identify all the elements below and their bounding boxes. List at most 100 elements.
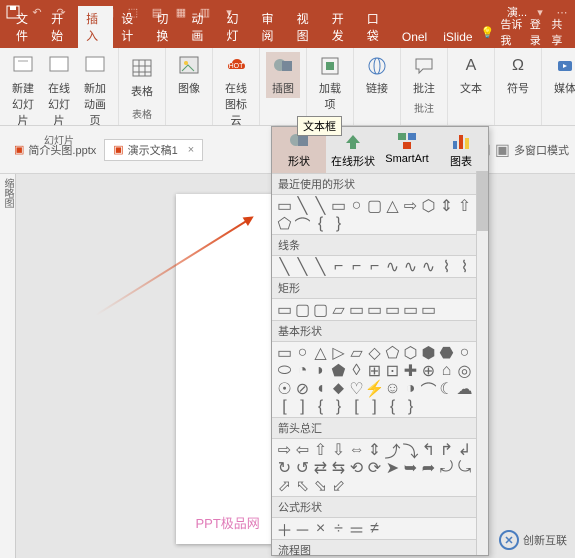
a-5[interactable]: ⇔ — [348, 441, 365, 458]
rect-6[interactable]: ▭ — [366, 301, 383, 318]
new-slide-button[interactable]: 新建 幻灯片 — [6, 52, 40, 130]
tab-pocket[interactable]: 口袋 — [359, 6, 394, 48]
shape-arc[interactable]: ⌒ — [294, 215, 311, 232]
rect-4[interactable]: ▱ — [330, 301, 347, 318]
b-21[interactable]: ⌂ — [438, 362, 455, 379]
b-31[interactable]: ⌒ — [420, 380, 437, 397]
b-28[interactable]: ⚡ — [366, 380, 383, 397]
tab-onel[interactable]: Onel — [394, 26, 435, 48]
b-4[interactable]: ▷ — [330, 344, 347, 361]
b-8[interactable]: ⬡ — [402, 344, 419, 361]
a-26[interactable]: ⬃ — [330, 477, 347, 494]
a-11[interactable]: ↲ — [456, 441, 473, 458]
line-1[interactable]: ╲ — [276, 258, 293, 275]
a-1[interactable]: ⇨ — [276, 441, 293, 458]
b-9[interactable]: ⬢ — [420, 344, 437, 361]
doc-tab-1[interactable]: ▣ 简介头图.pptx — [6, 140, 104, 160]
line-3[interactable]: ╲ — [312, 258, 329, 275]
a-15[interactable]: ⇆ — [330, 459, 347, 476]
iconcloud-button[interactable]: HOT 在线 图标云 — [219, 52, 253, 130]
tab-animation[interactable]: 动画 — [183, 6, 218, 48]
a-19[interactable]: ➥ — [402, 459, 419, 476]
f-1[interactable]: ＋ — [276, 520, 293, 537]
b-36[interactable]: { — [312, 398, 329, 415]
a-12[interactable]: ↻ — [276, 459, 293, 476]
a-6[interactable]: ⇕ — [366, 441, 383, 458]
b-37[interactable]: } — [330, 398, 347, 415]
line-4[interactable]: ⌐ — [330, 258, 347, 275]
login-link[interactable]: 登录 — [530, 16, 546, 48]
b-23[interactable]: ☉ — [276, 380, 293, 397]
b-27[interactable]: ♡ — [348, 380, 365, 397]
shape-pent[interactable]: ⬠ — [276, 215, 293, 232]
a-10[interactable]: ↱ — [438, 441, 455, 458]
b-39[interactable]: ] — [366, 398, 383, 415]
shape-triangle[interactable]: △ — [384, 197, 401, 214]
b-1[interactable]: ▭ — [276, 344, 293, 361]
rect-8[interactable]: ▭ — [402, 301, 419, 318]
text-button[interactable]: A 文本 — [454, 52, 488, 98]
tab-developer[interactable]: 开发 — [324, 6, 359, 48]
smartart-tab[interactable]: SmartArt — [380, 127, 434, 173]
b-2[interactable]: ○ — [294, 344, 311, 361]
line-7[interactable]: ∿ — [384, 258, 401, 275]
f-2[interactable]: － — [294, 520, 311, 537]
b-32[interactable]: ☾ — [438, 380, 455, 397]
a-25[interactable]: ⬂ — [312, 477, 329, 494]
tab-home[interactable]: 开始 — [43, 6, 78, 48]
b-11[interactable]: ○ — [456, 344, 473, 361]
shape-rbrace[interactable]: } — [330, 215, 347, 232]
shape-line2[interactable]: ╲ — [312, 197, 329, 214]
a-4[interactable]: ⇩ — [330, 441, 347, 458]
line-5[interactable]: ⌐ — [348, 258, 365, 275]
comment-button[interactable]: 批注 — [407, 52, 441, 98]
b-25[interactable]: ◖ — [312, 380, 329, 397]
line-9[interactable]: ∿ — [420, 258, 437, 275]
a-21[interactable]: ⤾ — [438, 459, 455, 476]
a-14[interactable]: ⇄ — [312, 459, 329, 476]
b-26[interactable]: ⬥ — [330, 380, 347, 397]
shapes-scrollbar[interactable] — [476, 171, 488, 555]
a-3[interactable]: ⇧ — [312, 441, 329, 458]
table-button[interactable]: 表格 — [125, 52, 159, 104]
b-16[interactable]: ◊ — [348, 362, 365, 379]
a-24[interactable]: ⬁ — [294, 477, 311, 494]
link-button[interactable]: 链接 — [360, 52, 394, 98]
a-22[interactable]: ⤿ — [456, 459, 473, 476]
b-34[interactable]: [ — [276, 398, 293, 415]
line-8[interactable]: ∿ — [402, 258, 419, 275]
scrollbar-thumb[interactable] — [477, 171, 488, 231]
b-3[interactable]: △ — [312, 344, 329, 361]
b-17[interactable]: ⊞ — [366, 362, 383, 379]
doc-tab-2[interactable]: ▣ 演示文稿1 × — [104, 139, 203, 161]
tab-view[interactable]: 视图 — [289, 6, 324, 48]
shape-arrow-updown[interactable]: ⇕ — [438, 197, 455, 214]
line-11[interactable]: ⌇ — [456, 258, 473, 275]
f-6[interactable]: ≠ — [366, 520, 383, 537]
a-20[interactable]: ➦ — [420, 459, 437, 476]
tab-file[interactable]: 文件 — [8, 6, 43, 48]
online-slide-button[interactable]: 在线 幻灯片 — [42, 52, 76, 130]
shape-circle[interactable]: ○ — [348, 197, 365, 214]
b-18[interactable]: ⊡ — [384, 362, 401, 379]
f-4[interactable]: ÷ — [330, 520, 347, 537]
tab-review[interactable]: 审阅 — [254, 6, 289, 48]
tab-islide[interactable]: iSlide — [435, 26, 480, 48]
b-14[interactable]: ◗ — [312, 362, 329, 379]
b-10[interactable]: ⬣ — [438, 344, 455, 361]
tellme-text[interactable]: 告诉我 — [500, 16, 523, 48]
rect-9[interactable]: ▭ — [420, 301, 437, 318]
b-7[interactable]: ⬠ — [384, 344, 401, 361]
a-16[interactable]: ⟲ — [348, 459, 365, 476]
line-6[interactable]: ⌐ — [366, 258, 383, 275]
a-23[interactable]: ⬀ — [276, 477, 293, 494]
b-12[interactable]: ⬭ — [276, 362, 293, 379]
shape-arrow-u[interactable]: ⇧ — [456, 197, 473, 214]
shape-hex[interactable]: ⬡ — [420, 197, 437, 214]
tab-insert[interactable]: 插入 — [78, 6, 113, 48]
share-link[interactable]: 共享 — [551, 16, 567, 48]
b-19[interactable]: ✚ — [402, 362, 419, 379]
b-29[interactable]: ☺ — [384, 380, 401, 397]
f-5[interactable]: ＝ — [348, 520, 365, 537]
line-10[interactable]: ⌇ — [438, 258, 455, 275]
